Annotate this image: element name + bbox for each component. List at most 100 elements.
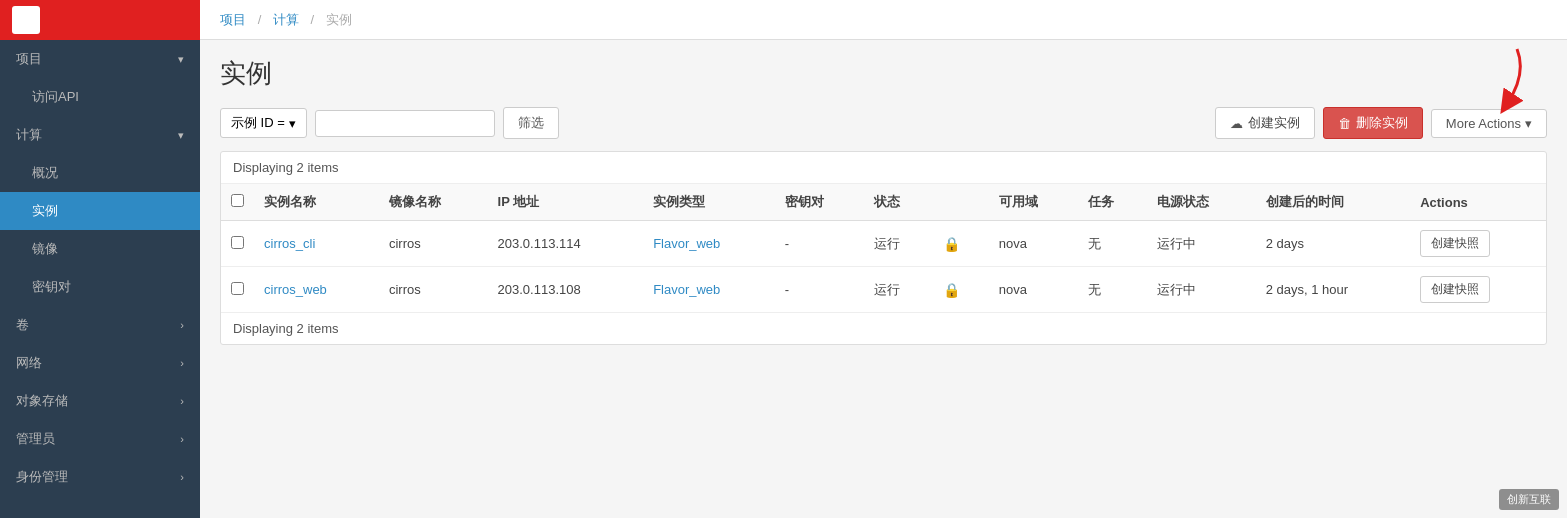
delete-button-label: 删除实例 [1356,114,1408,132]
col-ip: IP 地址 [488,184,644,221]
col-flavor: 实例类型 [643,184,775,221]
sidebar-item-overview[interactable]: 概况 [0,154,200,192]
table-row: cirros_cli cirros 203.0.113.114 Flavor_w… [221,221,1546,267]
chevron-down-icon: ▾ [1525,116,1532,131]
row1-name[interactable]: cirros_cli [264,236,315,251]
filter-dropdown-icon: ▾ [289,116,296,131]
sidebar: 项目 ▾ 访问API 计算 ▾ 概况 实例 镜像 密钥对 卷 › 网络 › 对象… [0,0,200,518]
row1-zone: nova [989,221,1078,267]
display-count-bottom: Displaying 2 items [221,312,1546,344]
instance-table: 实例名称 镜像名称 IP 地址 实例类型 密钥对 状态 可用域 任务 电源状态 … [221,184,1546,312]
row1-task: 无 [1078,221,1147,267]
toolbar: 示例 ID = ▾ 筛选 ☁ 创建实例 🗑 删除实例 More Actions … [220,107,1547,139]
sidebar-item-label: 管理员 [16,430,55,448]
row1-status: 运行 [864,221,933,267]
more-actions-container: More Actions ▾ [1431,109,1547,138]
select-all-checkbox[interactable] [231,194,244,207]
table-row: cirros_web cirros 203.0.113.108 Flavor_w… [221,267,1546,313]
chevron-right-icon: › [180,471,184,483]
sidebar-item-label: 实例 [32,202,58,220]
row1-image: cirros [379,221,488,267]
sidebar-item-label: 身份管理 [16,468,68,486]
sidebar-item-image[interactable]: 镜像 [0,230,200,268]
sidebar-item-volume[interactable]: 卷 › [0,306,200,344]
row2-status: 运行 [864,267,933,313]
sidebar-item-compute[interactable]: 计算 ▾ [0,116,200,154]
sidebar-item-identity[interactable]: 身份管理 › [0,458,200,496]
sidebar-item-label: 网络 [16,354,42,372]
main-content: 项目 / 计算 / 实例 实例 示例 ID = ▾ 筛选 ☁ 创建实例 [200,0,1567,518]
row2-action-button[interactable]: 创建快照 [1420,276,1490,303]
col-zone: 可用域 [989,184,1078,221]
create-instance-button[interactable]: ☁ 创建实例 [1215,107,1315,139]
sidebar-item-keypair[interactable]: 密钥对 [0,268,200,306]
row2-flavor[interactable]: Flavor_web [653,282,720,297]
watermark: 创新互联 [1499,489,1559,510]
col-lock [933,184,989,221]
row2-image: cirros [379,267,488,313]
app-logo [12,6,40,34]
col-status: 状态 [864,184,933,221]
row1-lock-icon: 🔒 [943,236,960,252]
more-actions-button[interactable]: More Actions ▾ [1431,109,1547,138]
col-name: 实例名称 [254,184,379,221]
chevron-right-icon: › [180,357,184,369]
sidebar-item-label: 密钥对 [32,278,71,296]
col-created: 创建后的时间 [1256,184,1410,221]
instance-table-container: Displaying 2 items 实例名称 镜像名称 IP 地址 实例类型 … [220,151,1547,345]
chevron-right-icon: › [180,433,184,445]
sidebar-item-label: 项目 [16,50,42,68]
create-button-label: 创建实例 [1248,114,1300,132]
row1-ip: 203.0.113.114 [488,221,644,267]
row2-lock-icon: 🔒 [943,282,960,298]
breadcrumb-compute[interactable]: 计算 [273,12,299,27]
sidebar-item-label: 概况 [32,164,58,182]
col-power: 电源状态 [1147,184,1256,221]
row2-keypair: - [775,267,864,313]
col-keypair: 密钥对 [775,184,864,221]
breadcrumb: 项目 / 计算 / 实例 [216,11,356,29]
sidebar-item-instance[interactable]: 实例 [0,192,200,230]
sidebar-item-visit-api[interactable]: 访问API [0,78,200,116]
filter-select[interactable]: 示例 ID = ▾ [220,108,307,138]
sidebar-item-label: 卷 [16,316,29,334]
chevron-down-icon: ▾ [178,129,184,142]
table-header: 实例名称 镜像名称 IP 地址 实例类型 密钥对 状态 可用域 任务 电源状态 … [221,184,1546,221]
breadcrumb-separator: / [258,12,265,27]
delete-instance-button[interactable]: 🗑 删除实例 [1323,107,1423,139]
breadcrumb-separator2: / [310,12,317,27]
row1-flavor[interactable]: Flavor_web [653,236,720,251]
sidebar-item-object-storage[interactable]: 对象存储 › [0,382,200,420]
sidebar-item-label: 计算 [16,126,42,144]
row2-name[interactable]: cirros_web [264,282,327,297]
cloud-icon: ☁ [1230,116,1243,131]
filter-select-label: 示例 ID = [231,114,285,132]
row1-action-button[interactable]: 创建快照 [1420,230,1490,257]
chevron-down-icon: ▾ [178,53,184,66]
sidebar-item-label: 对象存储 [16,392,68,410]
row2-ip: 203.0.113.108 [488,267,644,313]
sidebar-item-label: 镜像 [32,240,58,258]
search-input[interactable] [315,110,495,137]
table-body: cirros_cli cirros 203.0.113.114 Flavor_w… [221,221,1546,313]
row1-keypair: - [775,221,864,267]
row1-checkbox[interactable] [231,236,244,249]
row2-task: 无 [1078,267,1147,313]
topbar: 项目 / 计算 / 实例 [200,0,1567,40]
trash-icon: 🗑 [1338,116,1351,131]
row2-created: 2 days, 1 hour [1256,267,1410,313]
sidebar-item-admin[interactable]: 管理员 › [0,420,200,458]
row2-checkbox[interactable] [231,282,244,295]
display-count-top: Displaying 2 items [221,152,1546,184]
col-task: 任务 [1078,184,1147,221]
sidebar-header [0,0,200,40]
sidebar-item-project[interactable]: 项目 ▾ [0,40,200,78]
page-title: 实例 [220,56,1547,91]
filter-button-label: 筛选 [518,115,544,130]
row1-power: 运行中 [1147,221,1256,267]
sidebar-item-network[interactable]: 网络 › [0,344,200,382]
content-area: 实例 示例 ID = ▾ 筛选 ☁ 创建实例 🗑 删除实例 More A [200,40,1567,518]
filter-button[interactable]: 筛选 [503,107,559,139]
breadcrumb-project[interactable]: 项目 [220,12,246,27]
chevron-right-icon: › [180,319,184,331]
